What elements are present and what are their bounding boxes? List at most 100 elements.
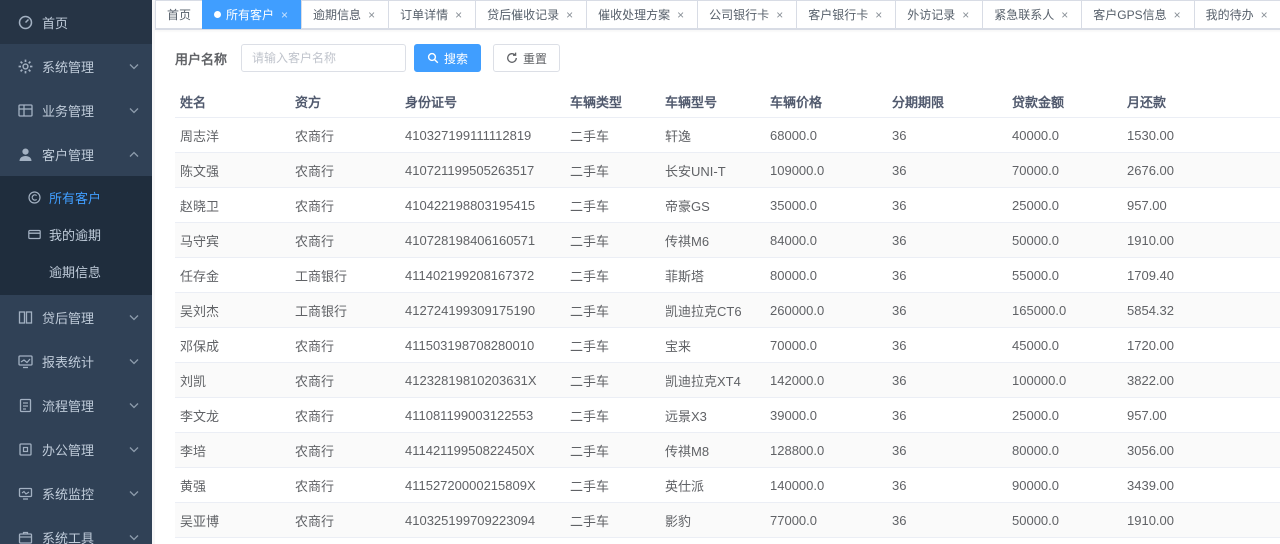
tab-order-detail[interactable]: 订单详情× xyxy=(388,0,476,29)
sidebar-item-system[interactable]: 系统管理 xyxy=(0,44,152,88)
tab-company-bank-card[interactable]: 公司银行卡× xyxy=(697,0,797,29)
reset-button[interactable]: 重置 xyxy=(493,44,560,72)
cell-installment-term: 36 xyxy=(887,198,1007,213)
cell-vehicle-type: 二手车 xyxy=(565,511,660,530)
chart-icon xyxy=(18,354,33,369)
sidebar-item-office[interactable]: 办公管理 xyxy=(0,427,152,471)
cell-vehicle-type: 二手车 xyxy=(565,161,660,180)
search-label: 用户名称 xyxy=(175,49,227,68)
close-icon[interactable]: × xyxy=(279,8,290,22)
sidebar-item-business[interactable]: 业务管理 xyxy=(0,88,152,132)
main-area: 首页所有客户×逾期信息×订单详情×贷后催收记录×催收处理方案×公司银行卡×客户银… xyxy=(152,0,1280,544)
table-row: 任存金工商银行411402199208167372二手车菲斯塔80000.036… xyxy=(175,257,1280,292)
flow-icon xyxy=(18,398,33,413)
cell-loan-amount: 50000.0 xyxy=(1007,513,1122,528)
cell-id-number: 411402199208167372 xyxy=(400,268,565,283)
sidebar-item-tools[interactable]: 系统工具 xyxy=(0,515,152,544)
cell-funder: 工商银行 xyxy=(290,266,400,285)
tab-home[interactable]: 首页 xyxy=(155,0,203,29)
tab-label: 我的待办 xyxy=(1206,6,1254,23)
close-icon[interactable]: × xyxy=(873,8,884,22)
cell-vehicle-price: 77000.0 xyxy=(765,513,887,528)
tab-customer-bank-card[interactable]: 客户银行卡× xyxy=(796,0,896,29)
cell-vehicle-model: 轩逸 xyxy=(660,126,765,145)
cell-action: 详情 xyxy=(1235,336,1280,355)
close-icon[interactable]: × xyxy=(675,8,686,22)
tab-all-customers[interactable]: 所有客户× xyxy=(202,0,302,29)
column-header-funder: 资方 xyxy=(290,92,400,111)
close-icon[interactable]: × xyxy=(1259,8,1270,22)
tab-customer-gps[interactable]: 客户GPS信息× xyxy=(1081,0,1194,29)
cell-vehicle-type: 二手车 xyxy=(565,126,660,145)
close-icon[interactable]: × xyxy=(564,8,575,22)
sidebar-item-customers[interactable]: 客户管理 xyxy=(0,132,152,176)
tab-collection-records[interactable]: 贷后催收记录× xyxy=(475,0,587,29)
cell-loan-amount: 40000.0 xyxy=(1007,128,1122,143)
cell-name: 吴刘杰 xyxy=(175,301,290,320)
sidebar-item-reports[interactable]: 报表统计 xyxy=(0,339,152,383)
sidebar-item-monitor[interactable]: 系统监控 xyxy=(0,471,152,515)
cell-action: 详情 xyxy=(1235,266,1280,285)
cell-vehicle-price: 140000.0 xyxy=(765,478,887,493)
dashboard-icon xyxy=(18,15,33,30)
cell-id-number: 41142119950822450X xyxy=(400,443,565,458)
tab-overdue-info[interactable]: 逾期信息× xyxy=(301,0,389,29)
column-header-vehicle-model: 车辆型号 xyxy=(660,92,765,111)
close-icon[interactable]: × xyxy=(1059,8,1070,22)
cell-action: 详情 xyxy=(1235,371,1280,390)
tab-my-todo[interactable]: 我的待办 × xyxy=(1194,0,1280,29)
sidebar-item-home[interactable]: 首页 xyxy=(0,0,152,44)
sidebar-submenu: 所有客户我的逾期逾期信息 xyxy=(0,176,152,295)
cell-id-number: 41152720000215809X xyxy=(400,478,565,493)
cell-monthly-payment: 1530.00 xyxy=(1122,128,1235,143)
cell-funder: 农商行 xyxy=(290,511,400,530)
chevron-down-icon xyxy=(129,107,139,114)
tab-emergency-contacts[interactable]: 紧急联系人× xyxy=(982,0,1082,29)
close-icon[interactable]: × xyxy=(774,8,785,22)
cell-loan-amount: 50000.0 xyxy=(1007,233,1122,248)
close-icon[interactable]: × xyxy=(366,8,377,22)
cell-name: 赵晓卫 xyxy=(175,196,290,215)
close-icon[interactable]: × xyxy=(1172,8,1183,22)
close-icon[interactable]: × xyxy=(453,8,464,22)
table-row: 吴亚博农商行410325199709223094二手车影豹77000.03650… xyxy=(175,502,1280,537)
cell-vehicle-model: 菲斯塔 xyxy=(660,266,765,285)
sidebar-item-my-overdue[interactable]: 我的逾期 xyxy=(0,216,152,253)
cell-name: 吴亚博 xyxy=(175,511,290,530)
sidebar-item-overdue-info[interactable]: 逾期信息 xyxy=(0,253,152,290)
table-body: 周志洋农商行410327199111112819二手车轩逸68000.03640… xyxy=(175,117,1280,544)
sidebar-item-all-customers[interactable]: 所有客户 xyxy=(0,179,152,216)
sidebar-item-label: 业务管理 xyxy=(42,101,94,120)
cell-vehicle-type: 二手车 xyxy=(565,476,660,495)
cell-loan-amount: 90000.0 xyxy=(1007,478,1122,493)
cell-vehicle-model: 长安UNI-T xyxy=(660,161,765,180)
cell-vehicle-model: 宝来 xyxy=(660,336,765,355)
cell-installment-term: 36 xyxy=(887,338,1007,353)
cell-vehicle-price: 80000.0 xyxy=(765,268,887,283)
sidebar-item-label: 办公管理 xyxy=(42,440,94,459)
sidebar-item-post-loan[interactable]: 贷后管理 xyxy=(0,295,152,339)
tab-label: 外访记录 xyxy=(907,6,955,23)
cell-action: 详情 xyxy=(1235,511,1280,530)
close-icon[interactable]: × xyxy=(960,8,971,22)
tab-visit-records[interactable]: 外访记录 × xyxy=(895,0,983,29)
cell-monthly-payment: 1720.00 xyxy=(1122,338,1235,353)
sidebar-item-process[interactable]: 流程管理 xyxy=(0,383,152,427)
customer-name-input[interactable] xyxy=(241,44,406,72)
cell-installment-term: 36 xyxy=(887,303,1007,318)
search-button[interactable]: 搜索 xyxy=(414,44,481,72)
cell-loan-amount: 25000.0 xyxy=(1007,198,1122,213)
cell-action: 详情 xyxy=(1235,441,1280,460)
table-row: 李培农商行41142119950822450X二手车传祺M8128800.036… xyxy=(175,432,1280,467)
cell-name: 李培 xyxy=(175,441,290,460)
cell-monthly-payment: 3822.00 xyxy=(1122,373,1235,388)
cell-name: 陈文强 xyxy=(175,161,290,180)
cell-name: 任存金 xyxy=(175,266,290,285)
user-icon xyxy=(18,147,33,162)
cell-vehicle-price: 260000.0 xyxy=(765,303,887,318)
cell-id-number: 410327199111112819 xyxy=(400,128,565,143)
cell-installment-term: 36 xyxy=(887,478,1007,493)
cell-funder: 农商行 xyxy=(290,231,400,250)
cell-name: 刘凯 xyxy=(175,371,290,390)
tab-collection-plan[interactable]: 催收处理方案× xyxy=(586,0,698,29)
